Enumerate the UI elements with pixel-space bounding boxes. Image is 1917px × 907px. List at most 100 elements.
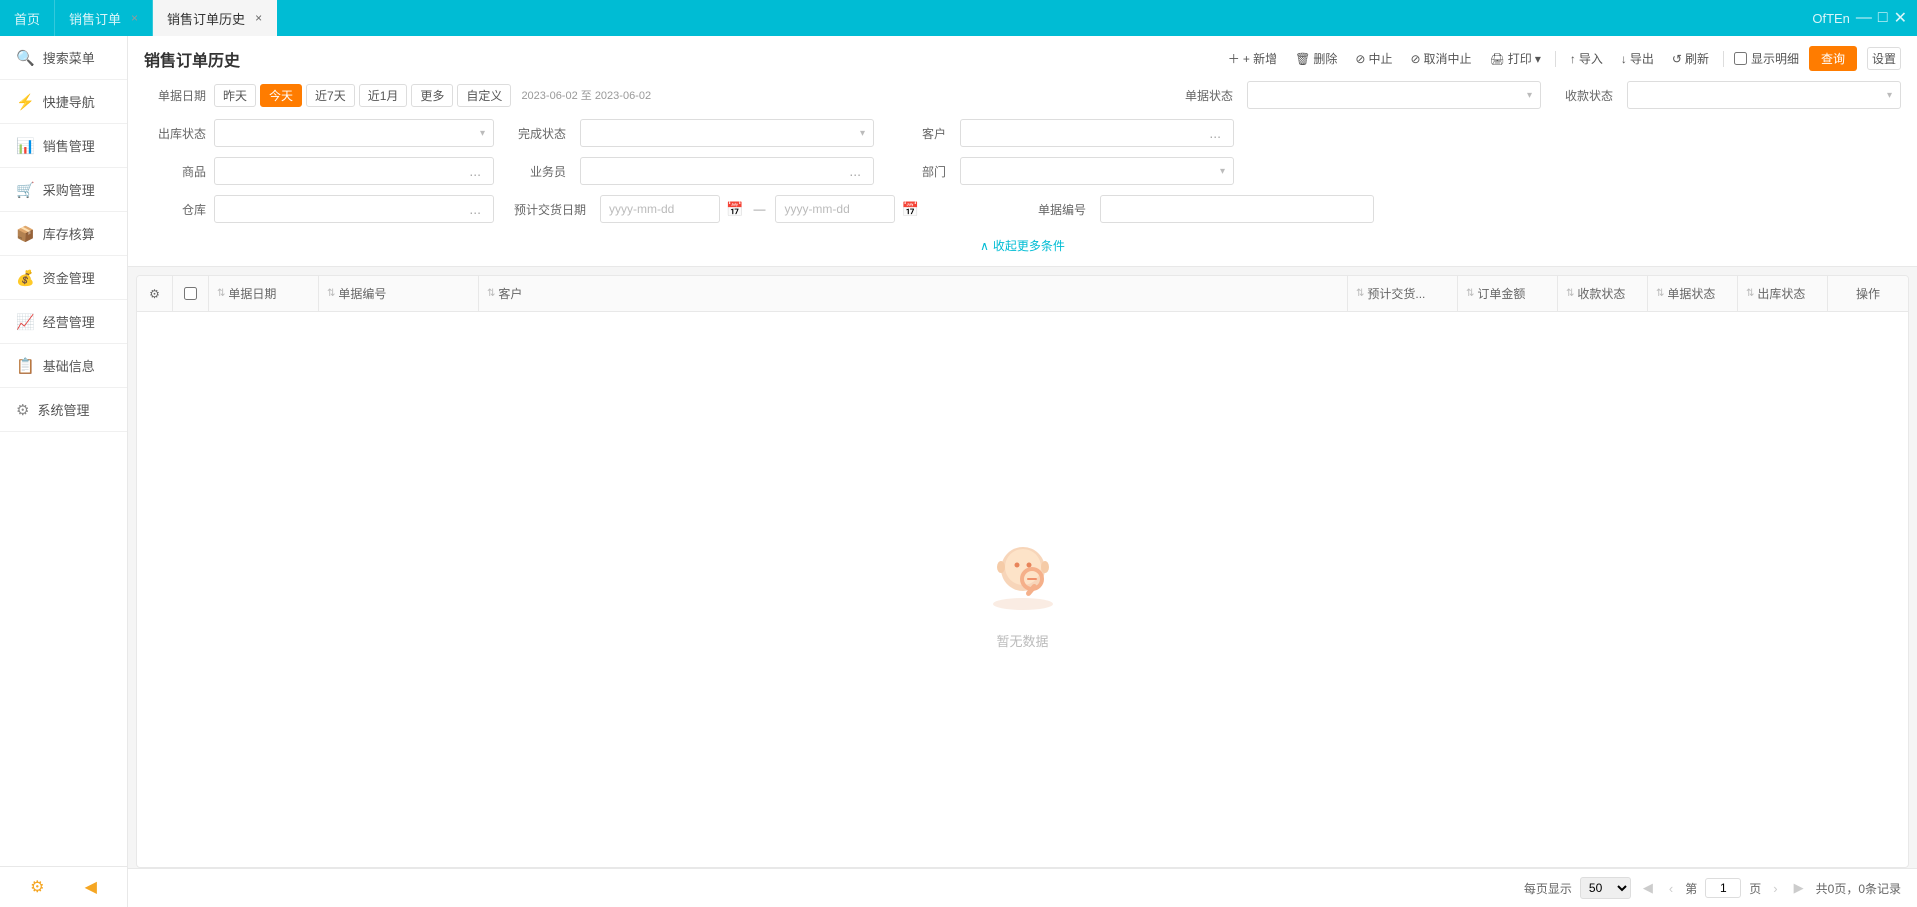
table-footer: 每页显示 50 10 20 100 ◀ ‹ 第 页 › ▶ 共0页，0条记录	[128, 868, 1917, 907]
warehouse-input[interactable]: ...	[214, 195, 494, 223]
warehouse-dots[interactable]: ...	[465, 201, 485, 217]
date-btn-1month[interactable]: 近1月	[359, 84, 408, 107]
empty-text: 暂无数据	[996, 631, 1048, 650]
th-setting[interactable]: ⚙	[137, 276, 173, 311]
filter-row-4: 仓库 ... 预计交货日期 📅 — 📅	[144, 195, 1901, 223]
delete-button[interactable]: 🗑 删除	[1291, 48, 1341, 69]
customer-dots[interactable]: ...	[1205, 125, 1225, 141]
next-page-btn[interactable]: ›	[1769, 879, 1781, 898]
calendar-end-icon[interactable]: 📅	[901, 201, 918, 218]
sidebar-item-search[interactable]: 🔍 搜索菜单	[0, 36, 127, 80]
stop-icon: ⊘	[1355, 52, 1365, 66]
tab-sales-order-close[interactable]: ×	[131, 11, 138, 25]
settings-bottom-icon[interactable]: ⚙	[30, 877, 44, 897]
th-date[interactable]: ⇅ 单据日期	[209, 276, 319, 311]
sidebar-item-quick-nav[interactable]: ⚡ 快捷导航	[0, 80, 127, 124]
th-order-label: 单据状态	[1667, 285, 1715, 302]
out-status-arrow: ▾	[480, 128, 485, 139]
th-date-label: 单据日期	[228, 285, 276, 302]
date-btn-more[interactable]: 更多	[411, 84, 453, 107]
sidebar-item-basic-info[interactable]: 📋 基础信息	[0, 344, 127, 388]
last-page-btn[interactable]: ▶	[1790, 878, 1808, 898]
collapse-sidebar-icon[interactable]: ◀	[85, 877, 97, 897]
print-icon: 🖨	[1490, 52, 1505, 66]
page-number-input[interactable]	[1705, 878, 1741, 898]
th-receipt-status[interactable]: ⇅ 收款状态	[1558, 276, 1648, 311]
sidebar-operations-label: 经营管理	[43, 312, 95, 331]
show-detail-checkbox[interactable]: 显示明细	[1734, 50, 1799, 67]
sidebar-item-inventory[interactable]: 📦 库存核算	[0, 212, 127, 256]
page-header: 销售订单历史 ＋ + 新增 🗑 删除 ⊘ 中止 ⊘	[128, 36, 1917, 267]
stop-button[interactable]: ⊘ 中止	[1351, 48, 1396, 69]
th-no[interactable]: ⇅ 单据编号	[319, 276, 479, 311]
complete-status-select[interactable]: ▾	[580, 119, 874, 147]
th-order-status[interactable]: ⇅ 单据状态	[1648, 276, 1738, 311]
date-btn-7days[interactable]: 近7天	[306, 84, 355, 107]
maximize-icon[interactable]: □	[1878, 9, 1888, 27]
page-label: 页	[1749, 880, 1761, 897]
out-status-select[interactable]: ▾	[214, 119, 494, 147]
order-no-input[interactable]	[1100, 195, 1374, 223]
department-select[interactable]: ▾	[960, 157, 1234, 185]
calendar-start-icon[interactable]: 📅	[726, 201, 743, 218]
order-status-select[interactable]: ▾	[1247, 81, 1541, 109]
delivery-date-end[interactable]	[775, 195, 895, 223]
sidebar-finance-label: 资金管理	[43, 268, 95, 287]
sidebar-item-operations[interactable]: 📈 经营管理	[0, 300, 127, 344]
query-button[interactable]: 查询	[1809, 46, 1857, 71]
tab-sales-order-history[interactable]: 销售订单历史 ×	[153, 0, 277, 36]
delivery-date-start[interactable]	[600, 195, 720, 223]
per-page-select[interactable]: 50 10 20 100	[1580, 877, 1631, 899]
minimize-icon[interactable]: —	[1856, 9, 1872, 27]
sidebar-item-purchase[interactable]: 🛒 采购管理	[0, 168, 127, 212]
print-button[interactable]: 🖨 打印 ▾	[1486, 48, 1545, 69]
product-dots[interactable]: ...	[465, 163, 485, 179]
import-button[interactable]: ↑ 导入	[1566, 48, 1607, 69]
date-btn-custom[interactable]: 自定义	[457, 84, 511, 107]
select-all-checkbox[interactable]	[184, 287, 197, 300]
order-status-label: 单据状态	[1181, 87, 1241, 104]
customer-input[interactable]: ...	[960, 119, 1234, 147]
order-status-arrow: ▾	[1527, 90, 1532, 101]
table-empty-state: 暂无数据	[137, 312, 1908, 867]
close-window-icon[interactable]: ✕	[1894, 8, 1907, 28]
show-detail-input[interactable]	[1734, 52, 1747, 65]
tab-sales-order[interactable]: 销售订单 ×	[55, 0, 153, 36]
cancel-stop-label: 取消中止	[1424, 50, 1472, 67]
print-dropdown-icon: ▾	[1535, 52, 1541, 66]
sidebar-item-system[interactable]: ⚙ 系统管理	[0, 388, 127, 432]
sidebar-basic-info-label: 基础信息	[43, 356, 95, 375]
th-checkbox[interactable]	[173, 276, 209, 311]
filter-area: 单据日期 昨天 今天 近7天 近1月 更多 自定义 2023-06-02 至 2…	[144, 81, 1901, 266]
tab-home[interactable]: 首页	[0, 0, 55, 36]
complete-status-arrow: ▾	[860, 128, 865, 139]
sidebar-item-sales[interactable]: 📊 销售管理	[0, 124, 127, 168]
toolbar: ＋ + 新增 🗑 删除 ⊘ 中止 ⊘ 取消中止	[1224, 46, 1901, 71]
new-button[interactable]: ＋ + 新增	[1224, 48, 1281, 69]
cancel-stop-button[interactable]: ⊘ 取消中止	[1406, 48, 1475, 69]
salesperson-dots[interactable]: ...	[845, 163, 865, 179]
date-btn-today[interactable]: 今天	[260, 84, 302, 107]
salesperson-input[interactable]: ...	[580, 157, 874, 185]
product-input[interactable]: ...	[214, 157, 494, 185]
export-button[interactable]: ↓ 导出	[1617, 48, 1658, 69]
date-btn-yesterday[interactable]: 昨天	[214, 84, 256, 107]
product-label: 商品	[144, 163, 214, 180]
th-out-status[interactable]: ⇅ 出库状态	[1738, 276, 1828, 311]
content: 销售订单历史 ＋ + 新增 🗑 删除 ⊘ 中止 ⊘	[128, 36, 1917, 907]
refresh-button[interactable]: ↺ 刷新	[1668, 48, 1713, 69]
tab-sales-order-history-close[interactable]: ×	[255, 11, 262, 25]
th-amount[interactable]: ⇅ 订单金额	[1458, 276, 1558, 311]
collapse-row[interactable]: ∧ 收起更多条件	[144, 233, 1901, 258]
toolbar-divider2	[1723, 51, 1724, 67]
prev-page-btn[interactable]: ‹	[1665, 879, 1677, 898]
sidebar-item-finance[interactable]: 💰 资金管理	[0, 256, 127, 300]
receipt-status-select[interactable]: ▾	[1627, 81, 1901, 109]
collapse-icon: ∧	[980, 239, 989, 253]
collapse-label: 收起更多条件	[993, 237, 1065, 254]
first-page-btn[interactable]: ◀	[1639, 878, 1657, 898]
sort-no-icon: ⇅	[327, 288, 335, 299]
th-customer[interactable]: ⇅ 客户	[479, 276, 1348, 311]
settings-filter-button[interactable]: 设置	[1867, 47, 1901, 70]
th-delivery[interactable]: ⇅ 预计交货...	[1348, 276, 1458, 311]
